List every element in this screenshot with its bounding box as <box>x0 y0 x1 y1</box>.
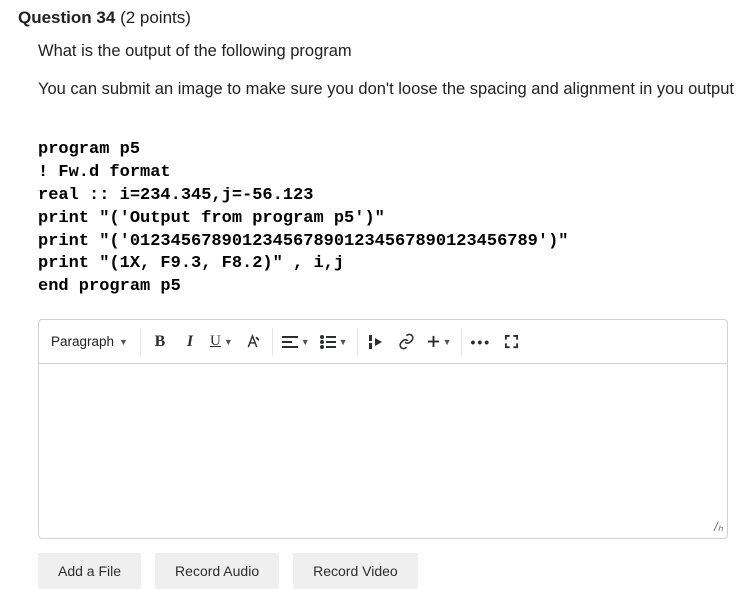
insert-plus-button[interactable]: ▼ <box>422 326 457 358</box>
chevron-down-icon: ▼ <box>339 337 348 347</box>
separator <box>461 328 462 356</box>
chevron-down-icon: ▼ <box>443 337 452 347</box>
insert-stuff-button[interactable] <box>362 326 392 358</box>
italic-icon: I <box>187 333 193 351</box>
code-line: ! Fw.d format <box>38 163 171 182</box>
code-block: program p5 ! Fw.d format real :: i=234.3… <box>38 116 734 300</box>
action-row: Add a File Record Audio Record Video <box>38 553 734 589</box>
align-button[interactable]: ▼ <box>277 326 315 358</box>
bold-icon: B <box>155 333 166 351</box>
link-icon <box>398 333 415 350</box>
code-line: print "(1X, F9.3, F8.2)" , i,j <box>38 254 344 273</box>
resize-grip-icon[interactable]: /ₕ <box>714 519 723 535</box>
paragraph-format-label: Paragraph <box>51 334 114 349</box>
more-icon: ••• <box>471 334 492 350</box>
question-label: Question <box>18 8 92 27</box>
chevron-down-icon: ▼ <box>119 337 128 347</box>
question-points: (2 points) <box>120 8 191 27</box>
code-line: real :: i=234.345,j=-56.123 <box>38 186 313 205</box>
plus-icon <box>427 335 440 348</box>
question-prompt: What is the output of the following prog… <box>38 40 734 64</box>
insert-stuff-icon <box>369 335 385 349</box>
bold-button[interactable]: B <box>145 326 175 358</box>
chevron-down-icon: ▼ <box>224 337 233 347</box>
list-button[interactable]: ▼ <box>315 326 353 358</box>
code-line: program p5 <box>38 140 140 159</box>
underline-icon: U <box>210 333 221 350</box>
code-line: print "('Output from program p5')" <box>38 209 385 228</box>
text-color-button[interactable] <box>238 326 268 358</box>
add-file-button[interactable]: Add a File <box>38 553 141 589</box>
rich-text-editor: Paragraph ▼ B I U ▼ <box>38 319 728 539</box>
fullscreen-button[interactable] <box>496 326 526 358</box>
record-audio-button[interactable]: Record Audio <box>155 553 279 589</box>
separator <box>357 328 358 356</box>
align-icon <box>282 335 298 349</box>
question-subtext: You can submit an image to make sure you… <box>38 78 734 102</box>
fullscreen-icon <box>504 334 519 349</box>
underline-button[interactable]: U ▼ <box>205 326 238 358</box>
more-button[interactable]: ••• <box>466 326 497 358</box>
question-header: Question 34 (2 points) <box>18 8 734 28</box>
record-video-button[interactable]: Record Video <box>293 553 418 589</box>
separator <box>140 328 141 356</box>
list-icon <box>320 335 336 349</box>
separator <box>272 328 273 356</box>
question-number: 34 <box>96 8 115 27</box>
paragraph-format-select[interactable]: Paragraph ▼ <box>43 334 136 349</box>
code-line: end program p5 <box>38 277 181 296</box>
chevron-down-icon: ▼ <box>301 337 310 347</box>
italic-button[interactable]: I <box>175 326 205 358</box>
text-color-icon <box>244 333 261 350</box>
editor-toolbar: Paragraph ▼ B I U ▼ <box>39 320 727 364</box>
editor-content-area[interactable]: /ₕ <box>39 364 727 538</box>
insert-link-button[interactable] <box>392 326 422 358</box>
code-line: print "('0123456789012345678901234567890… <box>38 232 569 251</box>
